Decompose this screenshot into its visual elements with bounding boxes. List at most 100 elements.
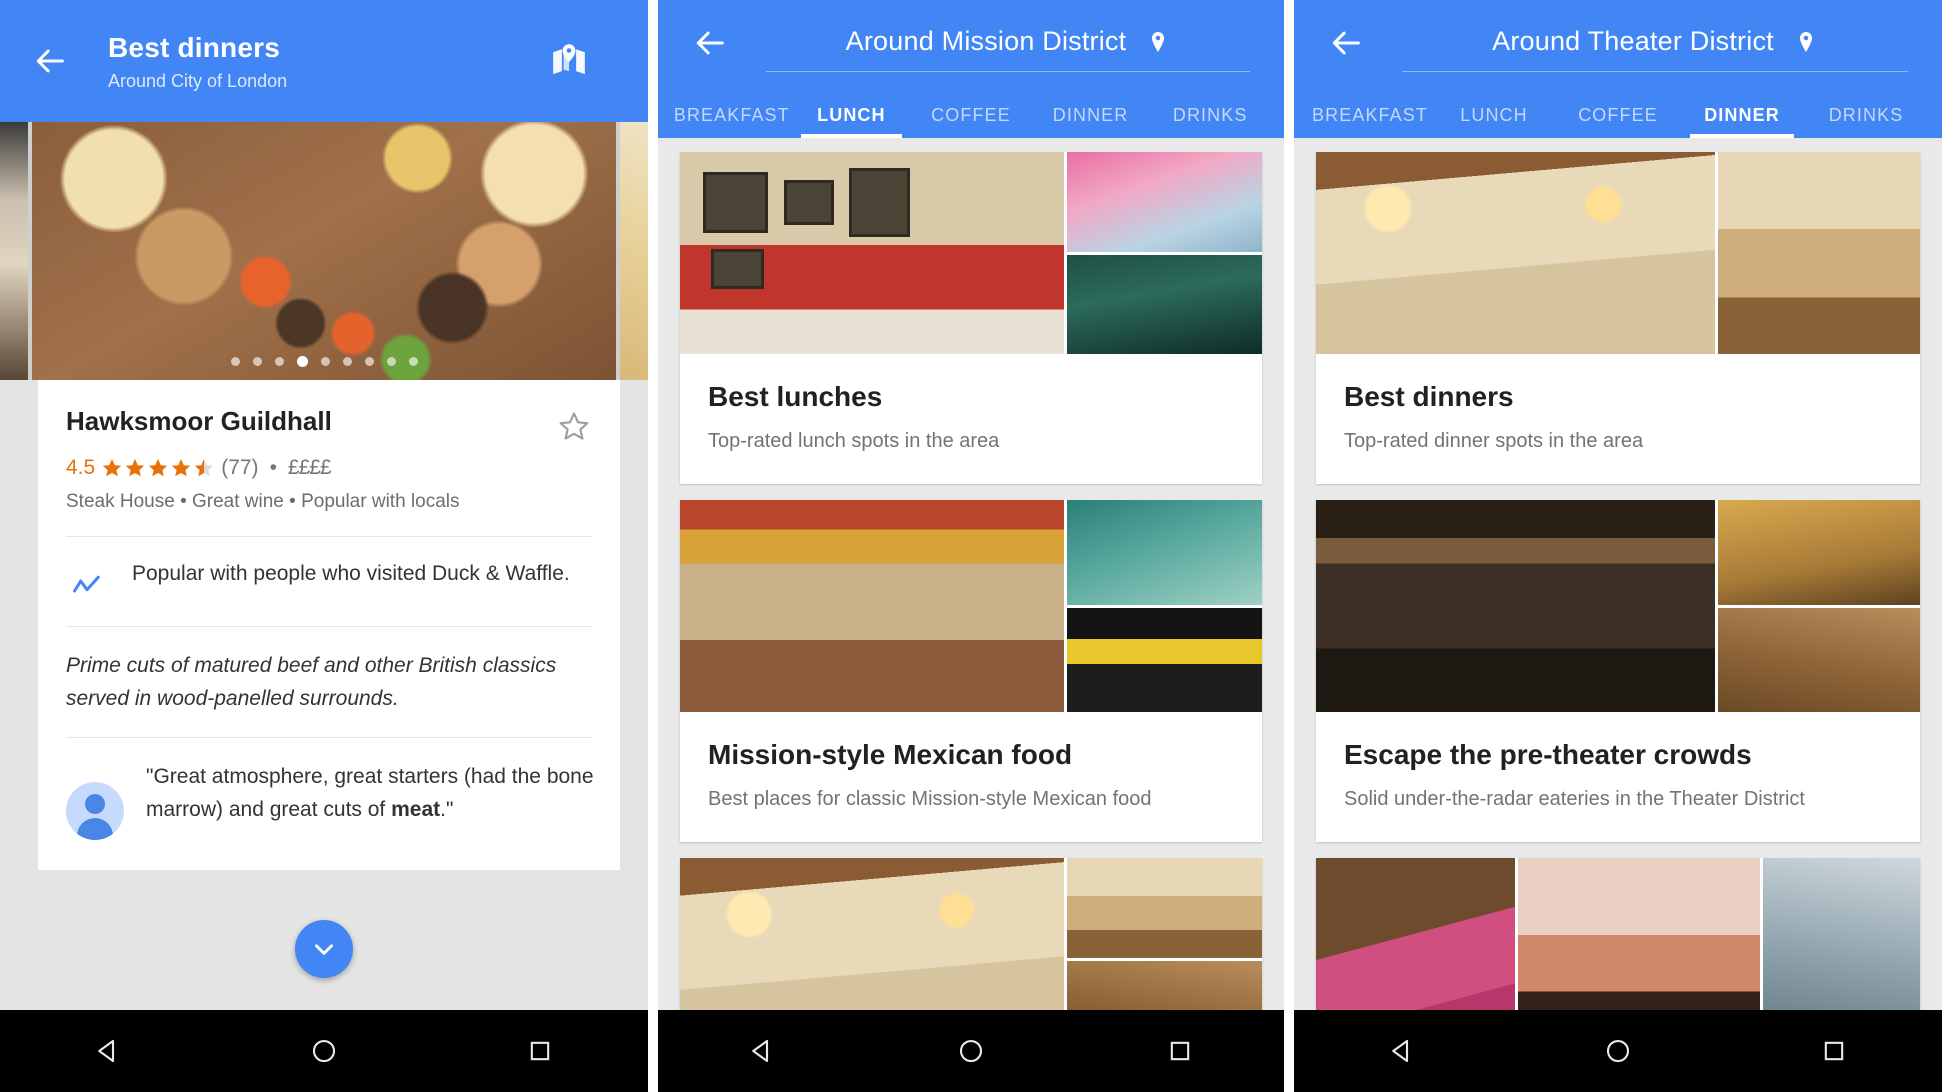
card-photo-thumb — [1717, 152, 1920, 354]
card-photo-side — [1717, 500, 1920, 712]
chevron-down-icon — [315, 944, 333, 955]
card-photo-strip — [680, 500, 1262, 712]
nav-back-icon[interactable] — [68, 1021, 148, 1081]
card-photo-main — [680, 500, 1065, 712]
place-detail-card[interactable]: Hawksmoor Guildhall 4.5 (77) • ££££ Stea… — [38, 380, 620, 870]
review-row: "Great atmosphere, great starters (had t… — [38, 738, 620, 870]
tab-coffee[interactable]: COFFEE — [1556, 105, 1680, 138]
price-level: ££££ — [287, 456, 332, 479]
map-icon[interactable] — [534, 26, 604, 96]
tab-dinner[interactable]: DINNER — [1680, 105, 1804, 138]
nav-recents-icon[interactable] — [1140, 1021, 1220, 1081]
location-pin-icon[interactable] — [1794, 30, 1818, 54]
review-quote-post: ." — [440, 798, 454, 821]
search-input[interactable]: Around Mission District — [766, 26, 1250, 72]
tab-drinks[interactable]: DRINKS — [1150, 105, 1270, 138]
photo-carousel[interactable] — [0, 122, 648, 380]
place-card-header: Hawksmoor Guildhall — [38, 380, 620, 450]
card-subtitle: Top-rated dinner spots in the area — [1344, 430, 1644, 452]
card-photo-thumb — [1762, 858, 1920, 1010]
rating-stars — [101, 457, 215, 479]
user-avatar-icon — [66, 782, 124, 840]
nav-home-icon[interactable] — [1578, 1021, 1658, 1081]
category-tabs: BREAKFAST LUNCH COFFEE DINNER DRINKS — [658, 86, 1284, 138]
nav-home-icon[interactable] — [931, 1021, 1011, 1081]
review-quote-bold: meat — [391, 798, 441, 821]
review-quote: "Great atmosphere, great starters (had t… — [146, 760, 594, 826]
location-pin-icon[interactable] — [1146, 30, 1170, 54]
card-photo-thumb — [1067, 858, 1262, 958]
tab-dinner[interactable]: DINNER — [1031, 105, 1151, 138]
collection-card-best-lunches[interactable]: Best lunches Top-rated lunch spots in th… — [680, 152, 1262, 484]
search-value: Around Mission District — [845, 26, 1127, 56]
star-outline-icon[interactable] — [554, 406, 594, 446]
carousel-dot[interactable] — [320, 357, 330, 366]
carousel-dot-active[interactable] — [296, 356, 308, 367]
phone-screen-mission-district: Around Mission District BREAKFAST LUNCH … — [658, 0, 1284, 1092]
tab-lunch[interactable]: LUNCH — [1432, 105, 1556, 138]
collection-card-partial[interactable] — [1316, 858, 1920, 1010]
carousel-dot[interactable] — [342, 357, 352, 366]
nav-recents-icon[interactable] — [1794, 1021, 1874, 1081]
card-photo-thumb — [1067, 500, 1262, 605]
collection-card-pre-theater[interactable]: Escape the pre-theater crowds Solid unde… — [1316, 500, 1920, 842]
card-photo-strip — [680, 152, 1262, 354]
card-photo-side — [1717, 152, 1920, 354]
panel1-title-block: Best dinners Around City of London — [108, 31, 534, 92]
popular-insight-text: Popular with people who visited Duck & W… — [132, 562, 570, 585]
carousel-photo[interactable] — [32, 122, 616, 380]
card-subtitle: Top-rated lunch spots in the area — [708, 430, 1000, 452]
tab-breakfast[interactable]: BREAKFAST — [672, 105, 792, 138]
place-name: Hawksmoor Guildhall — [66, 406, 332, 436]
page-subtitle: Around City of London — [108, 70, 288, 91]
expand-button[interactable] — [295, 920, 353, 978]
review-quote-pre: "Great atmosphere, great starters (had t… — [146, 765, 594, 821]
tab-drinks[interactable]: DRINKS — [1804, 105, 1928, 138]
collection-card-mission-mexican[interactable]: Mission-style Mexican food Best places f… — [680, 500, 1262, 842]
carousel-peek-right[interactable] — [620, 122, 648, 380]
carousel-peek-left[interactable] — [0, 122, 28, 380]
search-input[interactable]: Around Theater District — [1402, 26, 1908, 72]
popular-insight-row: Popular with people who visited Duck & W… — [38, 537, 620, 626]
card-photo-side — [1067, 152, 1262, 354]
nav-recents-icon[interactable] — [500, 1021, 580, 1081]
card-text-block: Best dinners Top-rated dinner spots in t… — [1316, 354, 1920, 484]
tab-coffee[interactable]: COFFEE — [911, 105, 1031, 138]
carousel-dot[interactable] — [274, 357, 284, 366]
review-count: (77) — [221, 456, 259, 479]
back-arrow-icon[interactable] — [680, 12, 742, 74]
collection-card-best-dinners[interactable]: Best dinners Top-rated dinner spots in t… — [1316, 152, 1920, 484]
phone-screen-best-dinners: Best dinners Around City of London Hawks… — [0, 0, 648, 1092]
card-photo-thumb — [1717, 500, 1920, 605]
collection-card-partial[interactable] — [680, 858, 1262, 1010]
card-photo-main — [680, 858, 1065, 1010]
android-navbar — [0, 1010, 648, 1092]
card-title: Best lunches — [708, 381, 883, 412]
tab-breakfast[interactable]: BREAKFAST — [1308, 105, 1432, 138]
carousel-dot[interactable] — [252, 357, 262, 366]
page-title: Best dinners — [108, 31, 280, 63]
panel2-body: Around Mission District BREAKFAST LUNCH … — [658, 0, 1284, 1010]
carousel-dot[interactable] — [408, 357, 418, 366]
back-arrow-icon[interactable] — [20, 30, 82, 92]
carousel-dot[interactable] — [364, 357, 374, 366]
nav-back-icon[interactable] — [1362, 1021, 1442, 1081]
search-value: Around Theater District — [1492, 26, 1774, 56]
category-tabs: BREAKFAST LUNCH COFFEE DINNER DRINKS — [1294, 86, 1942, 138]
back-arrow-icon[interactable] — [1316, 12, 1378, 74]
card-photo-strip — [1316, 858, 1920, 1010]
carousel-dot[interactable] — [386, 357, 396, 366]
android-navbar — [658, 1010, 1284, 1092]
card-photo-thumb — [1067, 960, 1262, 1010]
trending-icon — [66, 557, 110, 606]
nav-back-icon[interactable] — [722, 1021, 802, 1081]
card-subtitle: Best places for classic Mission-style Me… — [708, 788, 1152, 810]
panel2-appbar: Around Mission District BREAKFAST LUNCH … — [658, 0, 1284, 138]
tab-lunch[interactable]: LUNCH — [792, 105, 912, 138]
rating-separator: • — [269, 456, 277, 479]
screenshot-root: Best dinners Around City of London Hawks… — [0, 0, 1942, 1092]
card-photo-thumb — [1067, 607, 1262, 712]
nav-home-icon[interactable] — [284, 1021, 364, 1081]
carousel-dot[interactable] — [230, 357, 240, 366]
card-photo-strip — [680, 858, 1262, 1010]
